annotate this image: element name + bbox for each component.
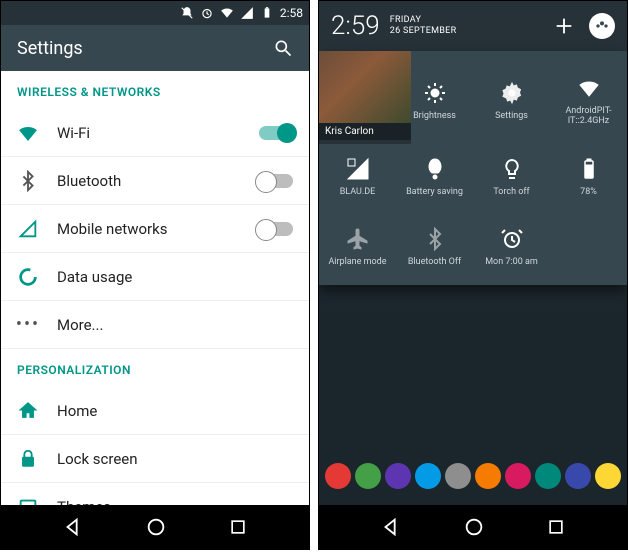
dock-app-icon[interactable]	[565, 463, 591, 489]
airplane-icon	[346, 227, 370, 251]
tile-label: Mon 7:00 am	[485, 257, 538, 267]
battery-icon	[577, 157, 601, 181]
wifi-toggle[interactable]	[257, 126, 293, 140]
data-usage-icon	[17, 266, 39, 288]
row-label: Mobile networks	[57, 220, 257, 238]
tile-label: Torch off	[493, 187, 529, 197]
row-lock-screen[interactable]: Lock screen	[1, 435, 309, 483]
wifi-icon	[220, 6, 234, 20]
torch-icon	[500, 157, 524, 181]
dock-app-icon[interactable]	[505, 463, 531, 489]
tile-label: Brightness	[413, 111, 456, 121]
gear-icon	[500, 81, 524, 105]
add-tile-icon[interactable]	[553, 15, 575, 37]
signal-icon	[17, 218, 39, 240]
nav-bar	[319, 505, 627, 549]
status-bar: 2:58	[1, 1, 309, 25]
battery-icon	[260, 6, 274, 20]
alarm-icon	[500, 227, 524, 251]
dock-app-icon[interactable]	[595, 463, 621, 489]
qs-time: 2:59	[331, 11, 380, 41]
nav-bar	[1, 505, 309, 549]
user-name: Kris Carlon	[319, 123, 411, 140]
tile-label: Settings	[495, 111, 528, 121]
row-label: Lock screen	[57, 450, 293, 468]
tile-label: 78%	[580, 187, 597, 197]
phone-quicksettings: 2:59 FRIDAY 26 SEPTEMBER Brightness	[318, 0, 628, 550]
tile-battery-saving[interactable]: Battery saving	[396, 139, 473, 215]
dock-app-icon[interactable]	[475, 463, 501, 489]
bluetooth-toggle[interactable]	[257, 174, 293, 188]
bluetooth-icon	[17, 170, 39, 192]
nav-back-icon[interactable]	[380, 516, 402, 538]
tile-torch[interactable]: Torch off	[473, 139, 550, 215]
phone-settings: 2:58 Settings WIRELESS & NETWORKS Wi-Fi …	[0, 0, 310, 550]
dock-app-icon[interactable]	[535, 463, 561, 489]
signal-icon	[346, 157, 370, 181]
row-home[interactable]: Home	[1, 387, 309, 435]
row-label: Data usage	[57, 268, 293, 286]
brightness-icon	[423, 81, 447, 105]
tile-bluetooth[interactable]: Bluetooth Off	[396, 215, 473, 279]
tile-label: Battery saving	[406, 187, 463, 197]
row-bluetooth[interactable]: Bluetooth	[1, 157, 309, 205]
section-wireless: WIRELESS & NETWORKS	[1, 71, 309, 109]
wifi-icon	[577, 76, 601, 100]
more-icon: •••	[17, 314, 39, 336]
row-data-usage[interactable]: Data usage	[1, 253, 309, 301]
settings-list: WIRELESS & NETWORKS Wi-Fi Bluetooth Mobi…	[1, 71, 309, 531]
settings-toolbar: Settings	[1, 25, 309, 71]
tile-label: AndroidPIT-IT::2.4GHz	[550, 106, 627, 126]
dock-app-icon[interactable]	[415, 463, 441, 489]
signal-icon	[240, 6, 254, 20]
home-icon	[17, 400, 39, 422]
qs-date-dow: FRIDAY	[390, 15, 457, 26]
tile-alarm[interactable]: Mon 7:00 am	[473, 215, 550, 279]
dock-app-icon[interactable]	[445, 463, 471, 489]
section-personalization: PERSONALIZATION	[1, 349, 309, 387]
row-wifi[interactable]: Wi-Fi	[1, 109, 309, 157]
tile-battery[interactable]: 78%	[550, 139, 627, 215]
tile-label: BLAU.DE	[340, 187, 376, 197]
tile-wifi[interactable]: AndroidPIT-IT::2.4GHz	[550, 63, 627, 139]
tile-label: Bluetooth Off	[408, 257, 461, 267]
tile-label: Airplane mode	[328, 257, 386, 267]
mobile-toggle[interactable]	[257, 222, 293, 236]
nav-recent-icon[interactable]	[228, 517, 248, 537]
bluetooth-icon	[423, 227, 447, 251]
nav-home-icon[interactable]	[145, 516, 167, 538]
dock-app-icon[interactable]	[325, 463, 351, 489]
qs-header: 2:59 FRIDAY 26 SEPTEMBER	[319, 1, 627, 51]
nav-recent-icon[interactable]	[546, 517, 566, 537]
tile-airplane[interactable]: Airplane mode	[319, 215, 396, 279]
avatar	[319, 51, 411, 123]
row-label: Home	[57, 402, 293, 420]
row-more[interactable]: ••• More...	[1, 301, 309, 349]
row-mobile[interactable]: Mobile networks	[1, 205, 309, 253]
row-label: Bluetooth	[57, 172, 257, 190]
app-dock	[319, 449, 627, 503]
tile-settings[interactable]: Settings	[473, 63, 550, 139]
users-button[interactable]	[589, 13, 615, 39]
dock-app-icon[interactable]	[355, 463, 381, 489]
qs-date-dom: 26 SEPTEMBER	[390, 26, 457, 37]
user-chip[interactable]: Kris Carlon	[319, 51, 411, 144]
wifi-icon	[17, 122, 39, 144]
lock-icon	[17, 448, 39, 470]
tile-carrier[interactable]: BLAU.DE	[319, 139, 396, 215]
qs-date: FRIDAY 26 SEPTEMBER	[390, 15, 457, 37]
nav-back-icon[interactable]	[62, 516, 84, 538]
row-label: Wi-Fi	[57, 124, 257, 142]
bell-off-icon	[180, 6, 194, 20]
search-icon[interactable]	[273, 38, 293, 58]
alarm-icon	[200, 6, 214, 20]
status-time: 2:58	[280, 6, 303, 20]
toolbar-title: Settings	[17, 38, 83, 59]
battery-saving-icon	[423, 157, 447, 181]
row-label: More...	[57, 316, 293, 334]
nav-home-icon[interactable]	[463, 516, 485, 538]
dock-app-icon[interactable]	[385, 463, 411, 489]
